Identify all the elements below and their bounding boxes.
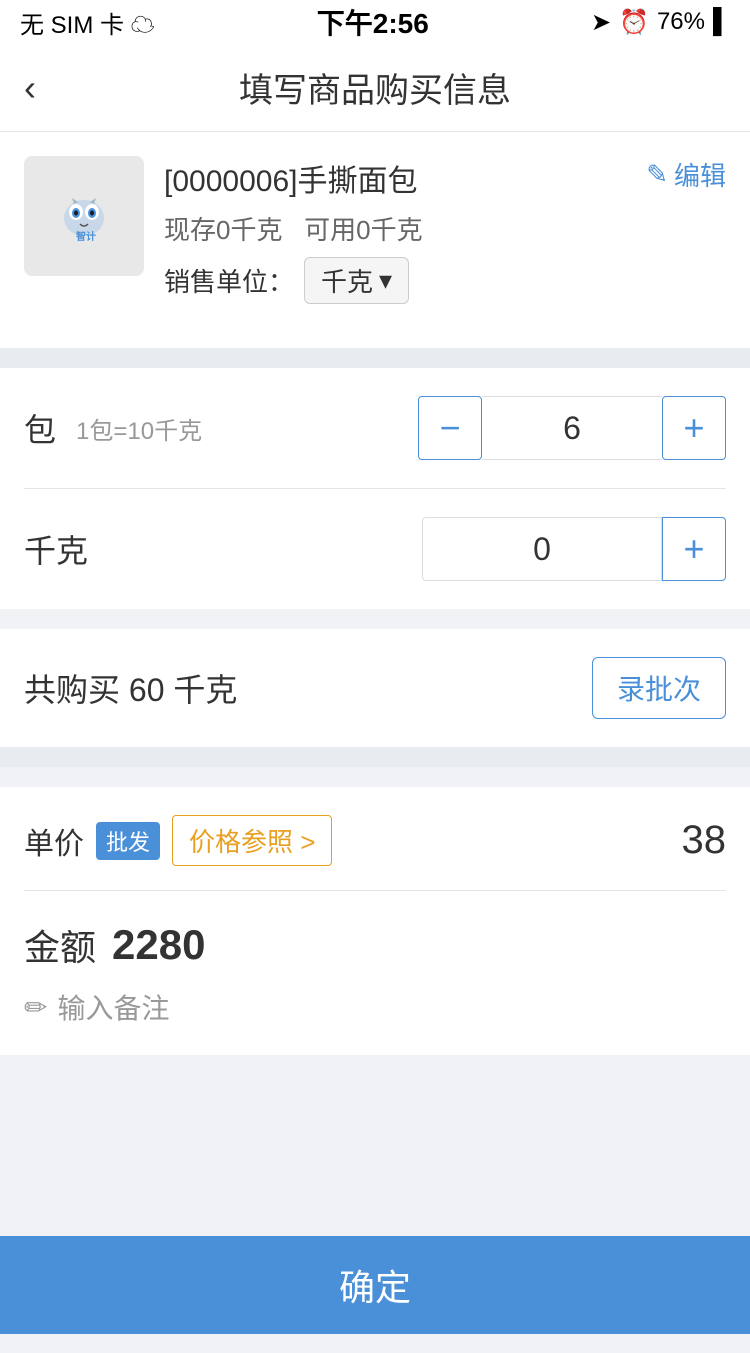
summary-text: 共购买 60 千克 [24, 665, 237, 711]
product-info: [0000006]手撕面包 现存0千克 可用0千克 销售单位： 千克 ▾ [164, 156, 726, 304]
price-section: 单价 批发 价格参照 > 38 [0, 787, 750, 891]
pencil-icon: ✏ [24, 991, 47, 1024]
confirm-button[interactable]: 确定 [0, 1236, 750, 1334]
status-bar: 无 SIM 卡 ☁ 下午2:56 ➤ ⏰ 76% ▌ [0, 0, 750, 44]
batch-tag: 批发 [96, 822, 160, 860]
kg-quantity-input[interactable] [422, 517, 662, 581]
bao-hint: 1包=10千克 [76, 411, 202, 446]
dropdown-icon: ▾ [379, 265, 392, 296]
battery-status: 76% [657, 8, 705, 36]
alarm-icon: ⏰ [619, 8, 649, 37]
kg-input-row: 千克 + [24, 489, 726, 609]
battery-icon: ▌ [713, 8, 730, 36]
empty-area [0, 1055, 750, 1255]
product-stock: 现存0千克 可用0千克 [164, 210, 726, 247]
amount-value: 2280 [112, 921, 205, 969]
quantity-input-section: 包 1包=10千克 − + 千克 + [0, 368, 750, 609]
svg-text:智计: 智计 [76, 230, 96, 243]
bao-qty-control: − + [418, 396, 726, 460]
price-value: 38 [682, 818, 727, 863]
product-section: 智计 [0000006]手撕面包 现存0千克 可用0千克 销售单位： 千克 ▾ … [0, 132, 750, 328]
location-icon: ➤ [591, 8, 611, 37]
kg-increment-button[interactable]: + [662, 517, 726, 581]
batch-button[interactable]: 录批次 [592, 657, 726, 719]
summary-section: 共购买 60 千克 录批次 [0, 629, 750, 747]
status-right: ➤ ⏰ 76% ▌ [591, 8, 730, 37]
amount-row: 金额 2280 [24, 919, 726, 971]
remark-input[interactable]: 输入备注 [57, 987, 169, 1027]
edit-icon: ✎ [646, 159, 668, 190]
unit-selector[interactable]: 千克 ▾ [304, 257, 409, 304]
section-divider [0, 348, 750, 368]
price-row: 单价 批发 价格参照 > 38 [24, 815, 726, 891]
price-label: 单价 批发 价格参照 > [24, 815, 332, 866]
back-button[interactable]: ‹ [24, 67, 36, 109]
bao-decrement-button[interactable]: − [418, 396, 482, 460]
product-image: 智计 [24, 156, 144, 276]
page-title: 填写商品购买信息 [239, 63, 511, 112]
price-reference-button[interactable]: 价格参照 > [172, 815, 332, 866]
kg-qty-control: + [422, 517, 726, 581]
bao-label: 包 1包=10千克 [24, 405, 202, 451]
product-unit: 销售单位： 千克 ▾ [164, 257, 726, 304]
bao-increment-button[interactable]: + [662, 396, 726, 460]
nav-bar: ‹ 填写商品购买信息 [0, 44, 750, 132]
bao-input-row: 包 1包=10千克 − + [24, 368, 726, 489]
section-divider-2 [0, 747, 750, 767]
status-time: 下午2:56 [317, 2, 429, 42]
product-logo-icon: 智计 [54, 186, 114, 246]
amount-section: 金额 2280 ✏ 输入备注 [0, 891, 750, 1055]
kg-label: 千克 [24, 526, 88, 572]
status-left: 无 SIM 卡 ☁ [20, 5, 155, 40]
remark-row[interactable]: ✏ 输入备注 [24, 987, 726, 1027]
edit-button[interactable]: ✎ 编辑 [646, 156, 726, 193]
sim-status: 无 SIM 卡 ☁ [20, 5, 155, 40]
bao-quantity-input[interactable] [482, 396, 662, 460]
product-name: [0000006]手撕面包 [164, 156, 726, 200]
